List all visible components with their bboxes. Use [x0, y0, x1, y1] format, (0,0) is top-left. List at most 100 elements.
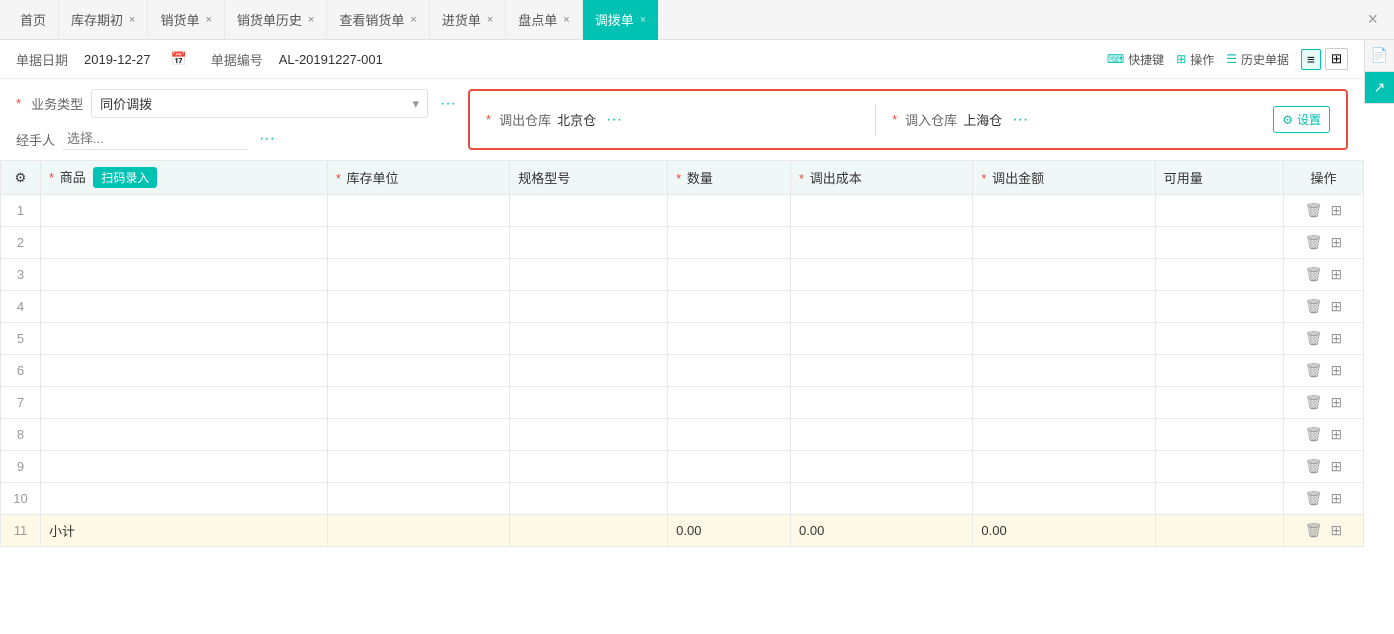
handler-input[interactable] — [63, 128, 247, 150]
settings-btn[interactable]: ⚙ 设置 — [1273, 106, 1330, 133]
warehouse-out-value[interactable]: 北京仓 — [557, 110, 596, 129]
cell-amount[interactable] — [973, 195, 1155, 227]
cell-spec[interactable] — [510, 259, 668, 291]
close-tab-view-sales[interactable]: × — [410, 14, 416, 26]
cell-spec[interactable] — [510, 323, 668, 355]
sidebar-export-icon[interactable]: ↗ — [1365, 72, 1394, 104]
delete-row-icon[interactable]: 🗑 — [1305, 362, 1323, 379]
cell-amount[interactable] — [973, 451, 1155, 483]
tab-sales-history[interactable]: 销货单历史 × — [225, 0, 327, 40]
cell-spec[interactable] — [510, 483, 668, 515]
cell-spec[interactable] — [510, 387, 668, 419]
cell-qty[interactable] — [668, 323, 791, 355]
copy-row-icon[interactable]: ⊞ — [1331, 426, 1343, 443]
tab-inventory-init[interactable]: 库存期初 × — [59, 0, 148, 40]
cell-spec[interactable] — [510, 291, 668, 323]
cell-qty[interactable] — [668, 451, 791, 483]
tab-transfer[interactable]: 调拨单 × — [583, 0, 659, 40]
history-btn[interactable]: ☰ 历史单据 — [1226, 51, 1289, 68]
close-tab-stocktake[interactable]: × — [563, 14, 569, 26]
cell-unit[interactable] — [327, 227, 509, 259]
sidebar-doc-icon[interactable]: 📄 — [1365, 40, 1394, 72]
warehouse-in-more-btn[interactable]: ··· — [1012, 111, 1028, 129]
close-tab-sales-history[interactable]: × — [308, 14, 314, 26]
delete-icon[interactable]: 🗑 — [1305, 522, 1323, 539]
cell-amount[interactable] — [973, 291, 1155, 323]
calendar-icon[interactable]: 📅 — [171, 51, 187, 67]
copy-row-icon[interactable]: ⊞ — [1331, 298, 1343, 315]
cell-cost[interactable] — [791, 227, 973, 259]
business-type-more-btn[interactable]: ··· — [440, 95, 456, 113]
copy-row-icon[interactable]: ⊞ — [1331, 266, 1343, 283]
cell-goods[interactable] — [41, 451, 328, 483]
cell-cost[interactable] — [791, 419, 973, 451]
view-list-btn[interactable]: ≡ — [1301, 49, 1321, 70]
cell-goods[interactable] — [41, 387, 328, 419]
copy-row-icon[interactable]: ⊞ — [1331, 394, 1343, 411]
delete-row-icon[interactable]: 🗑 — [1305, 234, 1323, 251]
view-grid-btn[interactable]: ⊞ — [1325, 48, 1348, 70]
copy-row-icon[interactable]: ⊞ — [1331, 458, 1343, 475]
close-tab-purchase[interactable]: × — [487, 14, 493, 26]
tab-sales-order[interactable]: 销货单 × — [148, 0, 224, 40]
delete-row-icon[interactable]: 🗑 — [1305, 298, 1323, 315]
cell-qty[interactable] — [668, 483, 791, 515]
settings-col-icon[interactable]: ⚙ — [15, 170, 27, 185]
close-all-tabs[interactable]: × — [1359, 9, 1386, 30]
copy-icon[interactable]: ⊞ — [1331, 522, 1343, 539]
cell-spec[interactable] — [510, 355, 668, 387]
cell-goods[interactable] — [41, 195, 328, 227]
cell-unit[interactable] — [327, 451, 509, 483]
cell-amount[interactable] — [973, 387, 1155, 419]
copy-row-icon[interactable]: ⊞ — [1331, 330, 1343, 347]
cell-amount[interactable] — [973, 323, 1155, 355]
tab-purchase[interactable]: 进货单 × — [430, 0, 506, 40]
close-tab-sales-order[interactable]: × — [205, 14, 211, 26]
delete-row-icon[interactable]: 🗑 — [1305, 490, 1323, 507]
copy-row-icon[interactable]: ⊞ — [1331, 234, 1343, 251]
cell-spec[interactable] — [510, 451, 668, 483]
cell-qty[interactable] — [668, 195, 791, 227]
delete-row-icon[interactable]: 🗑 — [1305, 394, 1323, 411]
cell-unit[interactable] — [327, 419, 509, 451]
cell-goods[interactable] — [41, 227, 328, 259]
cell-spec[interactable] — [510, 227, 668, 259]
copy-row-icon[interactable]: ⊞ — [1331, 202, 1343, 219]
cell-unit[interactable] — [327, 483, 509, 515]
cell-cost[interactable] — [791, 355, 973, 387]
cell-spec[interactable] — [510, 419, 668, 451]
cell-spec[interactable] — [510, 195, 668, 227]
cell-goods[interactable] — [41, 323, 328, 355]
cell-amount[interactable] — [973, 483, 1155, 515]
handler-more-btn[interactable]: ··· — [259, 130, 275, 148]
cell-goods[interactable] — [41, 419, 328, 451]
cell-amount[interactable] — [973, 259, 1155, 291]
tab-home[interactable]: 首页 — [8, 0, 59, 40]
cell-cost[interactable] — [791, 387, 973, 419]
cell-qty[interactable] — [668, 291, 791, 323]
cell-qty[interactable] — [668, 387, 791, 419]
cell-amount[interactable] — [973, 355, 1155, 387]
delete-row-icon[interactable]: 🗑 — [1305, 458, 1323, 475]
cell-qty[interactable] — [668, 419, 791, 451]
tab-stocktake[interactable]: 盘点单 × — [506, 0, 582, 40]
cell-cost[interactable] — [791, 483, 973, 515]
delete-row-icon[interactable]: 🗑 — [1305, 426, 1323, 443]
cell-cost[interactable] — [791, 291, 973, 323]
cell-unit[interactable] — [327, 291, 509, 323]
cell-cost[interactable] — [791, 323, 973, 355]
warehouse-in-value[interactable]: 上海仓 — [963, 110, 1002, 129]
doc-date-value[interactable]: 2019-12-27 — [84, 52, 151, 67]
business-type-select[interactable]: 同价调拨 ▾ — [91, 89, 428, 118]
cell-unit[interactable] — [327, 195, 509, 227]
cell-cost[interactable] — [791, 451, 973, 483]
cell-amount[interactable] — [973, 227, 1155, 259]
cell-qty[interactable] — [668, 227, 791, 259]
shortcuts-btn[interactable]: ⌨ 快捷键 — [1107, 51, 1164, 68]
cell-unit[interactable] — [327, 355, 509, 387]
copy-row-icon[interactable]: ⊞ — [1331, 362, 1343, 379]
cell-amount[interactable] — [973, 419, 1155, 451]
cell-unit[interactable] — [327, 387, 509, 419]
scan-barcode-btn[interactable]: 扫码录入 — [93, 167, 157, 188]
delete-row-icon[interactable]: 🗑 — [1305, 266, 1323, 283]
